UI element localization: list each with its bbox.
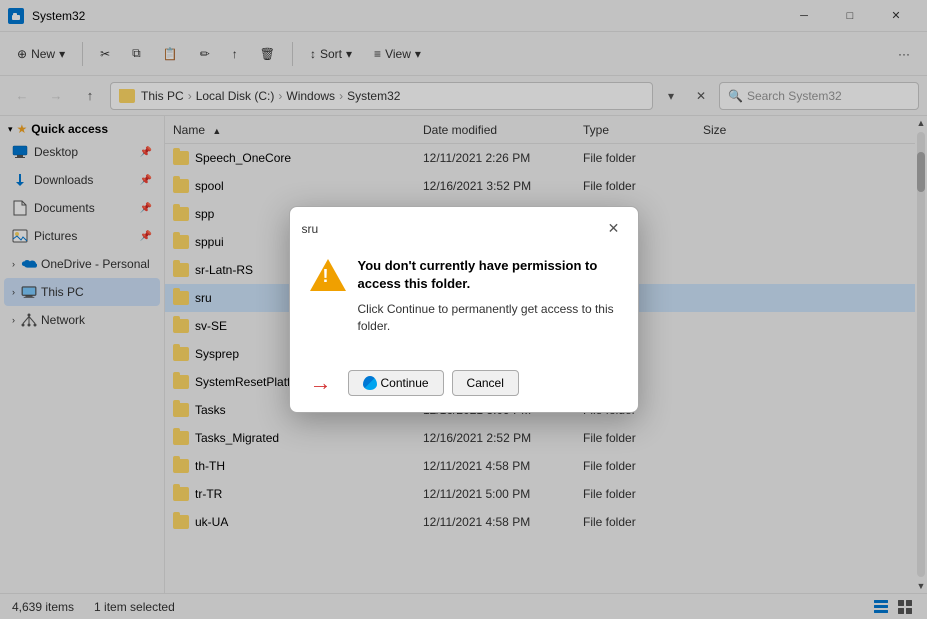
dialog-sub-text: Click Continue to permanently get access… <box>358 301 618 335</box>
dialog-close-button[interactable]: ✕ <box>602 217 626 241</box>
dialog-main-text: You don't currently have permission to a… <box>358 257 618 293</box>
dialog-body: You don't currently have permission to a… <box>290 249 638 363</box>
dialog-footer: → Continue Cancel <box>290 362 638 412</box>
cancel-label: Cancel <box>467 376 504 390</box>
continue-button[interactable]: Continue <box>348 370 444 396</box>
dialog-buttons: Continue Cancel <box>348 370 519 396</box>
arrow-right-icon: → <box>310 370 332 396</box>
dialog-message-area: You don't currently have permission to a… <box>358 257 618 335</box>
warning-icon <box>310 257 346 293</box>
cancel-button[interactable]: Cancel <box>452 370 519 396</box>
dialog-title: sru <box>302 222 602 236</box>
continue-label: Continue <box>381 376 429 390</box>
shield-icon <box>363 376 377 390</box>
permission-dialog: sru ✕ You don't currently have permissio… <box>289 206 639 414</box>
dialog-titlebar: sru ✕ <box>290 207 638 249</box>
dialog-overlay: sru ✕ You don't currently have permissio… <box>0 0 927 619</box>
dialog-content: You don't currently have permission to a… <box>310 257 618 335</box>
